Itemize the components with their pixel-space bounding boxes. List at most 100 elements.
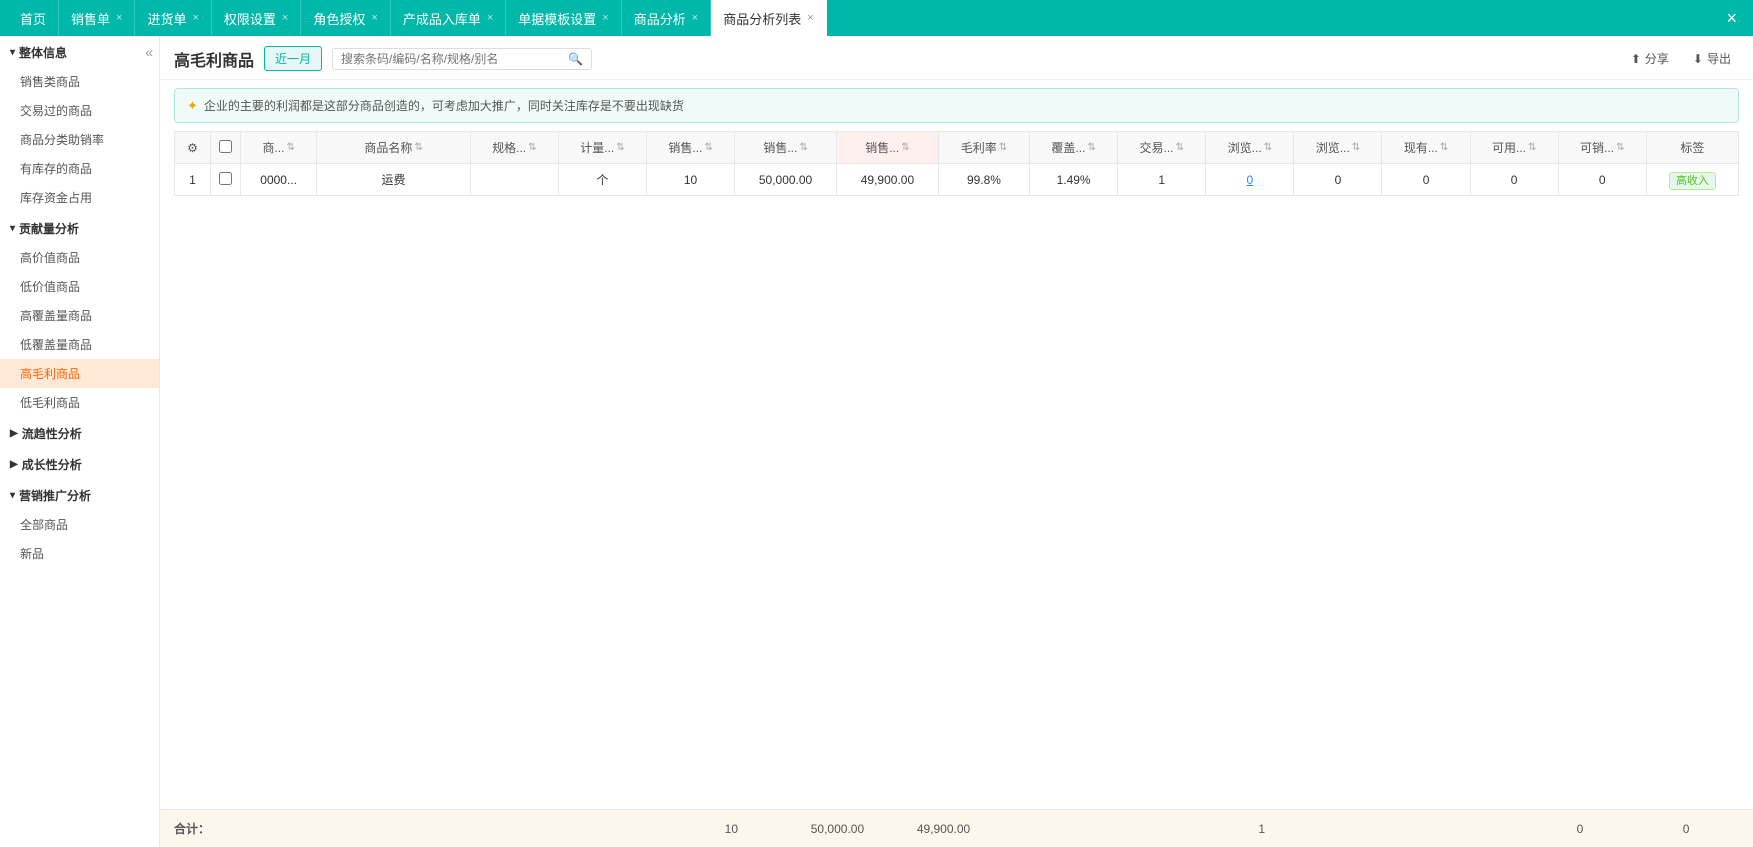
row-checkbox[interactable] [219,172,232,185]
close-icon[interactable]: × [602,12,608,24]
col-name[interactable]: 商品名称⇅ [317,132,470,164]
col-sellable[interactable]: 可销...⇅ [1558,132,1646,164]
footer-sales-qty: 10 [678,822,784,836]
close-icon[interactable]: × [807,12,813,24]
sidebar-item-stock-capital[interactable]: 库存资金占用 [0,183,159,212]
cell-sellable: 0 [1558,164,1646,196]
col-browse1[interactable]: 浏览...⇅ [1206,132,1294,164]
footer-spacer4 [572,822,678,836]
sidebar-group-growth[interactable]: ▶ 成长性分析 [0,448,159,479]
close-icon[interactable]: × [116,12,122,24]
close-icon[interactable]: × [282,12,288,24]
footer-available2: 0 [1633,822,1739,836]
content-area: 高毛利商品 近一月 🔍 ⬆ 分享 ⬇ 导出 ✦ 企业的主要的利润都是这部分商品创… [160,36,1753,847]
col-checkbox[interactable] [211,132,241,164]
tab-home[interactable]: 首页 [8,0,59,36]
tab-templates[interactable]: 单据模板设置 × [506,0,621,36]
sort-icon: ⇅ [414,142,422,153]
export-icon: ⬇ [1693,52,1703,66]
arrow-down-icon: ▾ [10,47,15,58]
header-actions: ⬆ 分享 ⬇ 导出 [1623,47,1739,70]
tab-analysis[interactable]: 商品分析 × [622,0,711,36]
col-code[interactable]: 商...⇅ [241,132,317,164]
col-transactions[interactable]: 交易...⇅ [1118,132,1206,164]
sidebar-item-high-value[interactable]: 高价值商品 [0,243,159,272]
settings-icon: ⚙ [187,141,198,155]
sidebar-group-trend[interactable]: ▶ 流趋性分析 [0,417,159,448]
sidebar-item-low-value[interactable]: 低价值商品 [0,272,159,301]
sidebar-group-marketing[interactable]: ▾ 营销推广分析 [0,479,159,510]
cell-name: 运费 [317,164,470,196]
sidebar: « ▾ 整体信息 销售类商品 交易过的商品 商品分类助销率 有库存的商品 库存资… [0,36,160,847]
select-all-checkbox[interactable] [219,140,232,153]
arrow-down-icon: ▾ [10,490,15,501]
sidebar-collapse-button[interactable]: « [145,44,153,60]
close-icon[interactable]: × [692,12,698,24]
col-sales-profit[interactable]: 销售...⇅ [836,132,938,164]
tab-permissions[interactable]: 权限设置 × [212,0,301,36]
export-button[interactable]: ⬇ 导出 [1685,47,1739,70]
search-input[interactable] [341,52,564,66]
sidebar-item-high-coverage[interactable]: 高覆盖量商品 [0,301,159,330]
table-header-row: ⚙ 商...⇅ 商品名称⇅ 规格...⇅ [175,132,1739,164]
col-available1[interactable]: 现有...⇅ [1382,132,1470,164]
tab-purchase[interactable]: 进货单 × [135,0,211,36]
col-available2[interactable]: 可用...⇅ [1470,132,1558,164]
sidebar-group-marketing-label: 营销推广分析 [19,487,91,504]
table-container[interactable]: ⚙ 商...⇅ 商品名称⇅ 规格...⇅ [174,131,1739,809]
sidebar-item-high-margin[interactable]: 高毛利商品 [0,359,159,388]
sidebar-item-sales-goods[interactable]: 销售类商品 [0,67,159,96]
cell-available2: 0 [1470,164,1558,196]
tab-products[interactable]: 产成品入库单 × [391,0,506,36]
filter-month-button[interactable]: 近一月 [264,46,322,71]
col-coverage[interactable]: 覆盖...⇅ [1030,132,1118,164]
col-browse2[interactable]: 浏览...⇅ [1294,132,1382,164]
info-banner-text: 企业的主要的利润都是这部分商品创造的，可考虑加大推广，同时关注库存是不要出现缺货 [204,97,684,114]
search-icon[interactable]: 🔍 [568,52,583,66]
link[interactable]: 0 [1246,173,1253,187]
footer-row: 合计： 10 50,000.00 49,900.00 1 0 0 [160,809,1753,847]
tab-label-roles: 角色授权 [313,9,365,28]
tab-roles[interactable]: 角色授权 × [301,0,390,36]
sort-icon: ⇅ [1528,142,1536,153]
close-icon[interactable]: × [371,12,377,24]
sidebar-group-contribution[interactable]: ▾ 贡献量分析 [0,212,159,243]
cell-coverage: 1.49% [1030,164,1118,196]
cell-unit: 个 [558,164,646,196]
cell-sales-profit: 49,900.00 [836,164,938,196]
sort-icon: ⇅ [1087,142,1095,153]
col-sales-amount[interactable]: 销售...⇅ [735,132,837,164]
sort-icon: ⇅ [286,142,294,153]
col-tag[interactable]: 标签 [1646,132,1738,164]
sidebar-item-category-sales-rate[interactable]: 商品分类助销率 [0,125,159,154]
col-sales-qty[interactable]: 销售...⇅ [646,132,734,164]
main-layout: « ▾ 整体信息 销售类商品 交易过的商品 商品分类助销率 有库存的商品 库存资… [0,36,1753,847]
sidebar-item-all-goods[interactable]: 全部商品 [0,510,159,539]
tab-label-products: 产成品入库单 [403,9,481,28]
col-gross-margin[interactable]: 毛利率⇅ [938,132,1029,164]
sort-icon: ⇅ [799,142,807,153]
sidebar-item-low-margin[interactable]: 低毛利商品 [0,388,159,417]
sidebar-item-traded-goods[interactable]: 交易过的商品 [0,96,159,125]
share-button[interactable]: ⬆ 分享 [1623,47,1677,70]
cell-browse2: 0 [1294,164,1382,196]
sidebar-group-overall[interactable]: ▾ 整体信息 [0,36,159,67]
tab-sales[interactable]: 销售单 × [59,0,135,36]
sort-icon: ⇅ [1176,142,1184,153]
col-settings[interactable]: ⚙ [175,132,211,164]
close-icon[interactable]: × [192,12,198,24]
arrow-right-icon: ▶ [10,428,18,439]
sidebar-item-stocked-goods[interactable]: 有库存的商品 [0,154,159,183]
close-icon[interactable]: × [487,12,493,24]
footer-spacer2 [360,822,466,836]
tab-label-analysis-list: 商品分析列表 [723,9,801,28]
sidebar-item-low-coverage[interactable]: 低覆盖量商品 [0,330,159,359]
col-unit[interactable]: 计量...⇅ [558,132,646,164]
close-all-button[interactable]: × [1718,8,1745,29]
sidebar-item-new-goods[interactable]: 新品 [0,539,159,568]
col-spec[interactable]: 规格...⇅ [470,132,558,164]
footer-spacer3 [466,822,572,836]
tab-analysis-list[interactable]: 商品分析列表 × [711,0,826,36]
footer-spacer1 [254,822,360,836]
tag-badge: 高收入 [1669,172,1716,190]
